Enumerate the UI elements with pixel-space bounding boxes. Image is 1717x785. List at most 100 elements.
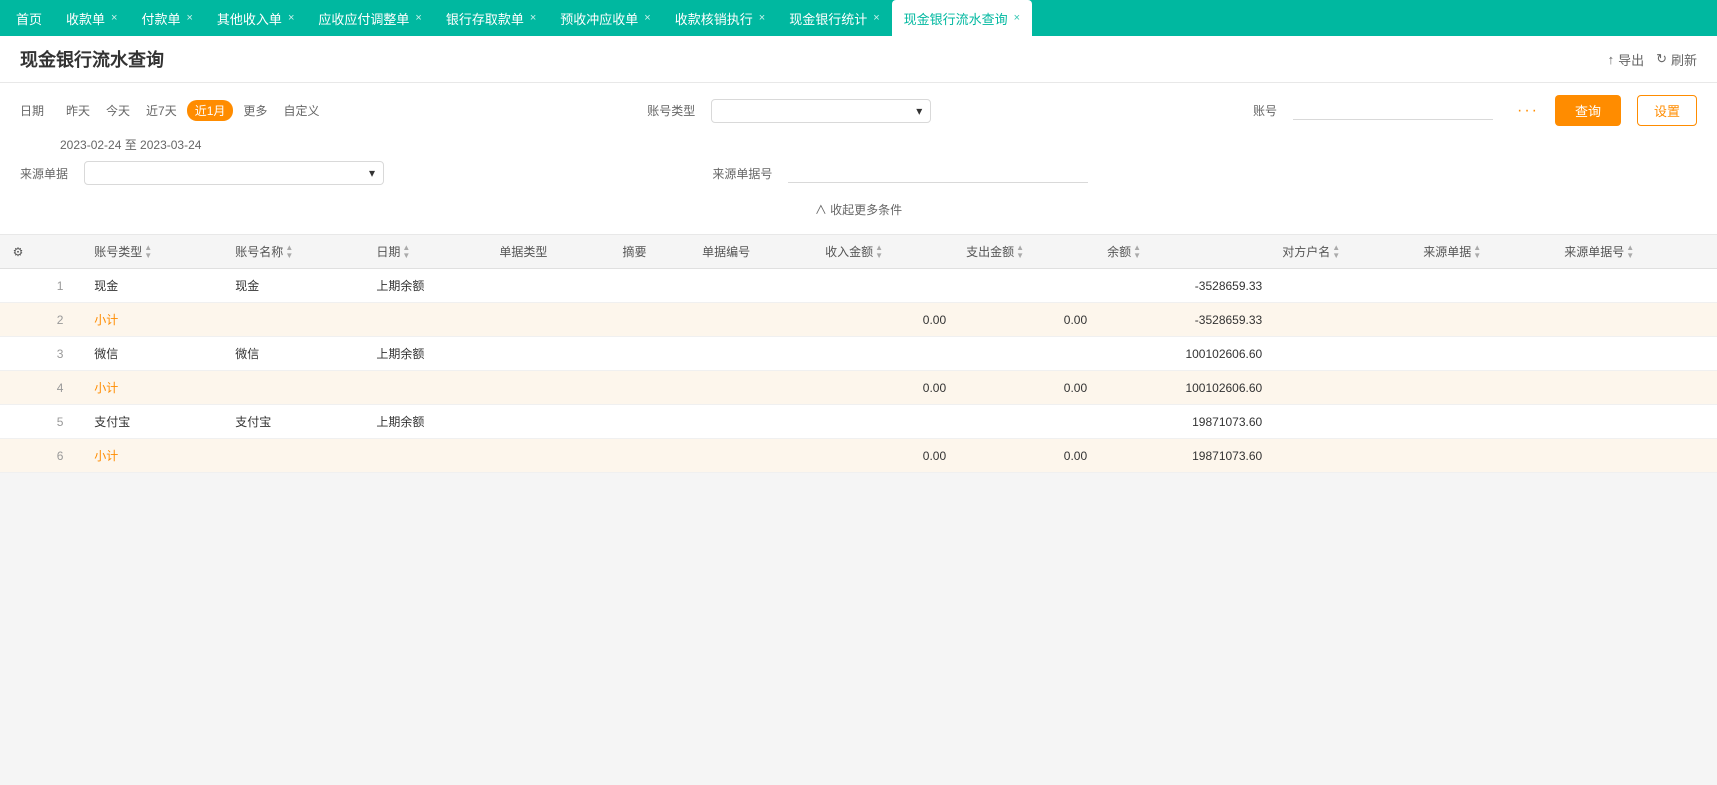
close-icon[interactable]: × xyxy=(759,12,765,24)
cell-summary xyxy=(612,303,692,337)
cell-summary xyxy=(612,439,692,473)
th-account-type[interactable]: 账号类型▲▼ xyxy=(84,235,225,269)
cell-source-doc xyxy=(1413,337,1554,371)
export-button[interactable]: ↑ 导出 xyxy=(1608,50,1645,69)
cell-source-doc xyxy=(1413,303,1554,337)
nav-item-payment[interactable]: 付款单 × xyxy=(129,0,204,36)
cell-gear xyxy=(0,439,36,473)
cell-account-name xyxy=(225,303,366,337)
cell-source-doc xyxy=(1413,371,1554,405)
collapse-bar[interactable]: ∧ 收起更多条件 xyxy=(20,195,1697,222)
cell-income: 0.00 xyxy=(815,303,956,337)
cell-doc-no xyxy=(692,337,815,371)
account-type-select[interactable]: ▾ xyxy=(711,99,931,123)
refresh-button[interactable]: ↻ 刷新 xyxy=(1656,50,1697,69)
th-source-doc-no[interactable]: 来源单据号▲▼ xyxy=(1554,235,1717,269)
cell-doc-no xyxy=(692,439,815,473)
th-source-doc[interactable]: 来源单据▲▼ xyxy=(1413,235,1554,269)
close-icon[interactable]: × xyxy=(415,12,421,24)
cell-date xyxy=(366,439,489,473)
close-icon[interactable]: × xyxy=(111,12,117,24)
cell-balance: -3528659.33 xyxy=(1097,269,1272,303)
table-header-row: ⚙ 账号类型▲▼ 账号名称▲▼ 日期▲▼ 单据类型 摘要 单据编号 收入金额▲▼ xyxy=(0,235,1717,269)
more-dots-btn[interactable]: ··· xyxy=(1517,102,1539,120)
close-icon[interactable]: × xyxy=(644,12,650,24)
source-doc-select[interactable]: ▾ xyxy=(84,161,384,185)
chevron-down-icon: ▾ xyxy=(916,104,922,118)
page-title: 现金银行流水查询 xyxy=(20,46,164,72)
cell-expense xyxy=(956,337,1097,371)
th-expense[interactable]: 支出金额▲▼ xyxy=(956,235,1097,269)
cell-account-type: 小计 xyxy=(84,303,225,337)
nav-item-other-income[interactable]: 其他收入单 × xyxy=(205,0,306,36)
account-input[interactable] xyxy=(1293,103,1493,117)
th-rownum xyxy=(36,235,84,269)
close-icon[interactable]: × xyxy=(873,12,879,24)
nav-item-bank-deposit[interactable]: 银行存取款单 × xyxy=(434,0,548,36)
query-button[interactable]: 查询 xyxy=(1555,95,1621,126)
cell-date xyxy=(366,303,489,337)
cell-gear xyxy=(0,269,36,303)
table-row[interactable]: 3微信微信上期余额100102606.60 xyxy=(0,337,1717,371)
cell-doc-no xyxy=(692,371,815,405)
date-btn-7days[interactable]: 近7天 xyxy=(140,100,183,121)
date-shortcuts: 昨天 今天 近7天 近1月 更多 自定义 xyxy=(60,100,325,121)
th-gear[interactable]: ⚙ xyxy=(0,235,36,269)
date-btn-yesterday[interactable]: 昨天 xyxy=(60,100,96,121)
table-container: ⚙ 账号类型▲▼ 账号名称▲▼ 日期▲▼ 单据类型 摘要 单据编号 收入金额▲▼ xyxy=(0,235,1717,473)
cell-summary xyxy=(612,269,692,303)
date-btn-1month[interactable]: 近1月 xyxy=(187,100,234,121)
table-row[interactable]: 5支付宝支付宝上期余额19871073.60 xyxy=(0,405,1717,439)
cell-summary xyxy=(612,405,692,439)
cell-balance: 100102606.60 xyxy=(1097,337,1272,371)
cell-source-doc-no xyxy=(1554,371,1717,405)
cell-account-name: 现金 xyxy=(225,269,366,303)
table-row[interactable]: 1现金现金上期余额-3528659.33 xyxy=(0,269,1717,303)
cell-date xyxy=(366,371,489,405)
source-doc-no-input[interactable] xyxy=(788,166,1088,180)
table-row[interactable]: 6小计0.000.0019871073.60 xyxy=(0,439,1717,473)
table-row[interactable]: 2小计0.000.00-3528659.33 xyxy=(0,303,1717,337)
cell-rownum: 4 xyxy=(36,371,84,405)
cell-account-type: 微信 xyxy=(84,337,225,371)
th-income[interactable]: 收入金额▲▼ xyxy=(815,235,956,269)
cell-account-name: 微信 xyxy=(225,337,366,371)
cell-gear xyxy=(0,303,36,337)
close-icon[interactable]: × xyxy=(1014,12,1020,24)
th-doc-no: 单据编号 xyxy=(692,235,815,269)
cell-date: 上期余额 xyxy=(366,337,489,371)
nav-item-cash-bank-flow[interactable]: 现金银行流水查询 × xyxy=(892,0,1032,36)
nav-item-home[interactable]: 首页 xyxy=(4,0,54,36)
nav-item-prepay-offset[interactable]: 预收冲应收单 × xyxy=(548,0,662,36)
nav-item-ar-ap-adjust[interactable]: 应收应付调整单 × xyxy=(306,0,433,36)
th-account-name[interactable]: 账号名称▲▼ xyxy=(225,235,366,269)
th-counterparty[interactable]: 对方户名▲▼ xyxy=(1272,235,1413,269)
date-btn-today[interactable]: 今天 xyxy=(100,100,136,121)
cell-doc-type xyxy=(489,303,612,337)
settings-button[interactable]: 设置 xyxy=(1637,95,1697,126)
cell-gear xyxy=(0,405,36,439)
close-icon[interactable]: × xyxy=(186,12,192,24)
top-navigation: 首页 收款单 × 付款单 × 其他收入单 × 应收应付调整单 × 银行存取款单 … xyxy=(0,0,1717,36)
cell-balance: 19871073.60 xyxy=(1097,405,1272,439)
date-btn-custom[interactable]: 自定义 xyxy=(277,100,325,121)
export-icon: ↑ xyxy=(1608,52,1615,67)
cell-income xyxy=(815,269,956,303)
cell-source-doc xyxy=(1413,269,1554,303)
date-btn-more[interactable]: 更多 xyxy=(237,100,273,121)
th-date[interactable]: 日期▲▼ xyxy=(366,235,489,269)
account-type-label: 账号类型 xyxy=(647,102,695,119)
close-icon[interactable]: × xyxy=(288,12,294,24)
table-row[interactable]: 4小计0.000.00100102606.60 xyxy=(0,371,1717,405)
cell-expense: 0.00 xyxy=(956,303,1097,337)
nav-item-receipt-verify[interactable]: 收款核销执行 × xyxy=(663,0,777,36)
data-table: ⚙ 账号类型▲▼ 账号名称▲▼ 日期▲▼ 单据类型 摘要 单据编号 收入金额▲▼ xyxy=(0,235,1717,473)
cell-doc-type xyxy=(489,269,612,303)
close-icon[interactable]: × xyxy=(530,12,536,24)
nav-item-cash-bank-stat[interactable]: 现金银行统计 × xyxy=(777,0,891,36)
nav-item-receipt[interactable]: 收款单 × xyxy=(54,0,129,36)
th-balance[interactable]: 余额▲▼ xyxy=(1097,235,1272,269)
cell-income xyxy=(815,337,956,371)
cell-source-doc-no xyxy=(1554,405,1717,439)
cell-income: 0.00 xyxy=(815,439,956,473)
